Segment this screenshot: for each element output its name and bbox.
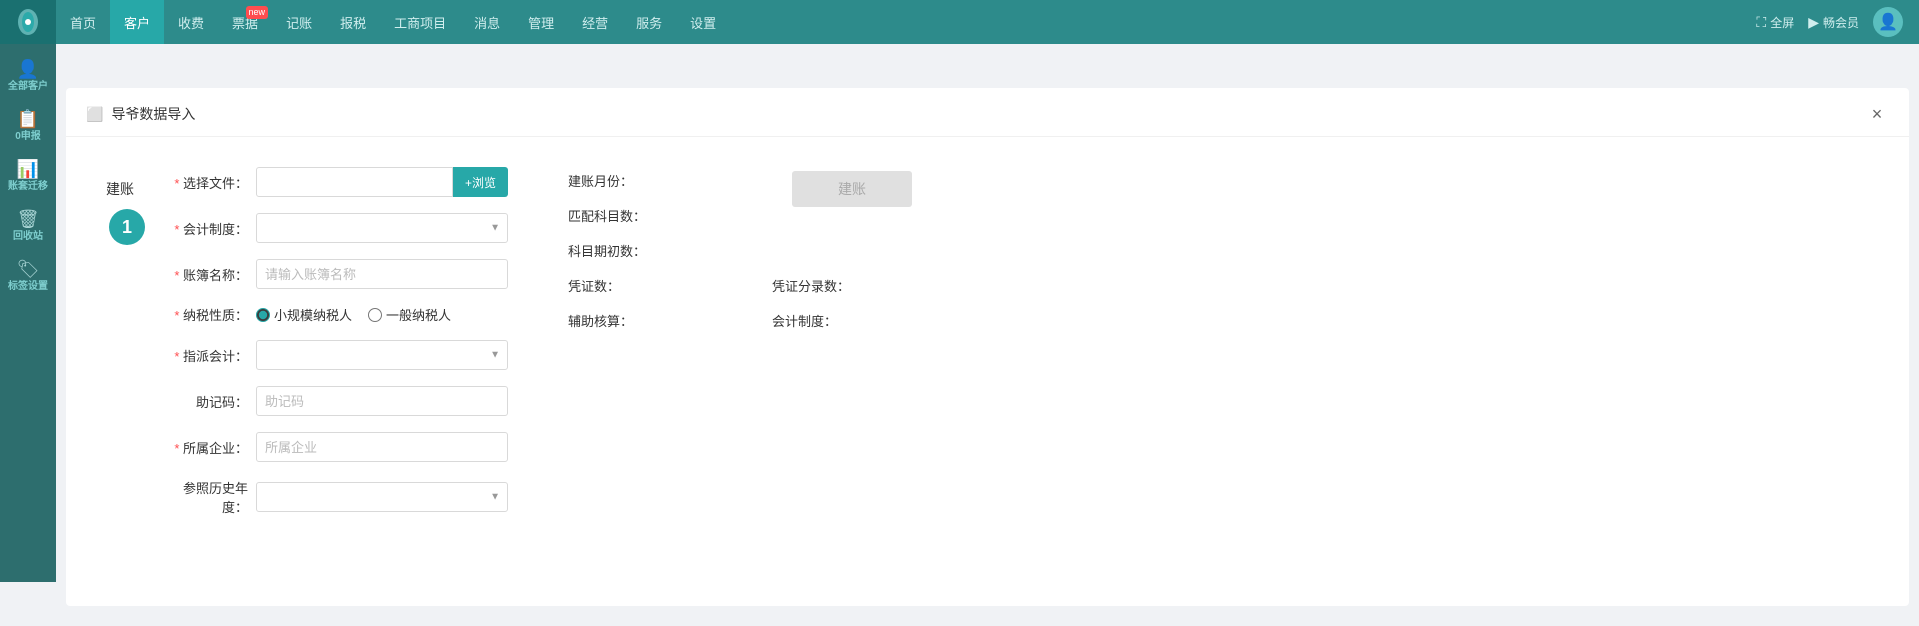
main-content: ⬜ 导爷数据导入 × 建账 1 * 选择文件：: [56, 88, 1919, 626]
avatar-icon: 👤: [1878, 12, 1898, 32]
sidebar: 👤 全部客户 📋 0申报 📊 账套迁移 🗑 回收站 🏷 标签设置: [0, 44, 56, 582]
nav-fees[interactable]: 收费: [164, 0, 218, 44]
form-left: 建账 1 * 选择文件： +浏览: [106, 167, 508, 516]
step-label: 建账: [106, 179, 134, 199]
new-badge: new: [246, 6, 269, 19]
nav-business[interactable]: 工商项目: [380, 0, 460, 44]
assign-accountant-select[interactable]: [256, 340, 508, 370]
declaration-icon: 📋: [17, 110, 39, 128]
info-panel: 建账月份： 匹配科目数： 科目期初数： 建账 凭证数：: [568, 167, 936, 516]
file-label: * 选择文件：: [168, 173, 248, 192]
accounting-system-select[interactable]: [256, 213, 508, 243]
small-taxpayer-radio[interactable]: 小规模纳税人: [256, 305, 352, 324]
memo-row: 助记码：: [168, 386, 508, 416]
file-input[interactable]: [256, 167, 453, 197]
form-fields: * 选择文件： +浏览 * 会计制度：: [168, 167, 508, 516]
nav-management[interactable]: 管理: [514, 0, 568, 44]
build-month-row: 建账月份：: [568, 171, 732, 190]
panel-title: ⬜ 导爷数据导入: [86, 104, 195, 124]
import-icon: ⬜: [86, 106, 103, 123]
form-area: 建账 1 * 选择文件： +浏览: [66, 137, 1909, 546]
accounting-system-row: * 会计制度： ▼: [168, 213, 508, 243]
fullscreen-btn[interactable]: ⛶ 全屏: [1756, 14, 1794, 31]
general-taxpayer-radio[interactable]: 一般纳税人: [368, 305, 451, 324]
recycle-icon: 🗑: [17, 210, 40, 228]
import-panel: ⬜ 导爷数据导入 × 建账 1 * 选择文件：: [66, 88, 1909, 606]
nav-home[interactable]: 首页: [56, 0, 110, 44]
match-subject-row: 匹配科目数：: [568, 206, 732, 225]
nav-bills[interactable]: 票据 new: [218, 0, 272, 44]
voucher-label: 凭证数：: [568, 276, 620, 295]
member-btn[interactable]: ▶ 畅会员: [1808, 14, 1859, 31]
sidebar-item-recycle[interactable]: 🗑 回收站: [2, 202, 54, 248]
accounting-system-info-label: 会计制度：: [772, 311, 837, 330]
company-label: * 所属企业：: [168, 438, 248, 457]
close-button[interactable]: ×: [1865, 102, 1889, 126]
accounting-system-wrapper: ▼: [256, 213, 508, 243]
subject-init-label: 科目期初数：: [568, 241, 646, 260]
sidebar-item-account-migration[interactable]: 📊 账套迁移: [2, 152, 54, 198]
memo-label: 助记码：: [168, 392, 248, 411]
tax-type-radio-group: 小规模纳税人 一般纳税人: [256, 305, 508, 324]
build-month-label: 建账月份：: [568, 171, 633, 190]
nav-operations[interactable]: 经营: [568, 0, 622, 44]
nav-settings[interactable]: 设置: [676, 0, 730, 44]
fullscreen-icon: ⛶: [1756, 14, 1766, 31]
logo[interactable]: [0, 0, 56, 44]
avatar[interactable]: 👤: [1873, 7, 1903, 37]
ledger-name-row: * 账簿名称：: [168, 259, 508, 289]
browse-button[interactable]: +浏览: [453, 167, 508, 197]
history-year-wrapper: ▼: [256, 482, 508, 512]
tax-type-label: * 纳税性质：: [168, 305, 248, 324]
migration-icon: 📊: [17, 160, 39, 178]
assign-accountant-label: * 指派会计：: [168, 346, 248, 365]
auxiliary-row: 辅助核算：: [568, 311, 732, 330]
subject-init-row: 科目期初数：: [568, 241, 732, 260]
voucher-records-label: 凭证分录数：: [772, 276, 850, 295]
auxiliary-label: 辅助核算：: [568, 311, 633, 330]
build-button[interactable]: 建账: [792, 171, 912, 207]
voucher-row: 凭证数：: [568, 276, 732, 295]
sidebar-item-tag-settings[interactable]: 🏷 标签设置: [2, 252, 54, 298]
memo-input[interactable]: [256, 386, 508, 416]
topnav-right: ⛶ 全屏 ▶ 畅会员 👤: [1740, 7, 1919, 37]
nav-tax[interactable]: 报税: [326, 0, 380, 44]
ledger-name-input[interactable]: [256, 259, 508, 289]
file-row: * 选择文件： +浏览: [168, 167, 508, 197]
nav-messages[interactable]: 消息: [460, 0, 514, 44]
accounting-system-info-row: 会计制度：: [772, 311, 936, 330]
logo-icon: [14, 8, 42, 36]
voucher-records-row: 凭证分录数：: [772, 276, 936, 295]
sidebar-item-declaration[interactable]: 📋 0申报: [2, 102, 54, 148]
accounting-system-label: * 会计制度：: [168, 219, 248, 238]
member-icon: ▶: [1808, 14, 1819, 31]
assign-accountant-row: * 指派会计： ▼: [168, 340, 508, 370]
all-clients-icon: 👤: [17, 60, 39, 78]
nav-items: 首页 客户 收费 票据 new 记账 报税 工商项目 消息 管理 经营 服务 设…: [56, 0, 1740, 44]
file-input-wrapper: +浏览: [256, 167, 508, 197]
top-navigation: 首页 客户 收费 票据 new 记账 报税 工商项目 消息 管理 经营 服务 设…: [0, 0, 1919, 44]
nav-clients[interactable]: 客户: [110, 0, 164, 44]
panel-header: ⬜ 导爷数据导入 ×: [66, 88, 1909, 137]
sidebar-item-all-clients[interactable]: 👤 全部客户: [2, 52, 54, 98]
nav-bookkeeping[interactable]: 记账: [272, 0, 326, 44]
ledger-name-label: * 账簿名称：: [168, 265, 248, 284]
step-circle: 1: [109, 209, 145, 245]
company-row: * 所属企业：: [168, 432, 508, 462]
history-year-row: 参照历史年度： ▼: [168, 478, 508, 516]
nav-services[interactable]: 服务: [622, 0, 676, 44]
company-input[interactable]: [256, 432, 508, 462]
history-year-select[interactable]: [256, 482, 508, 512]
assign-accountant-wrapper: ▼: [256, 340, 508, 370]
tag-icon: 🏷: [17, 260, 40, 278]
match-subject-label: 匹配科目数：: [568, 206, 646, 225]
history-year-label: 参照历史年度：: [168, 478, 248, 516]
tax-type-row: * 纳税性质： 小规模纳税人 一般纳税人: [168, 305, 508, 324]
